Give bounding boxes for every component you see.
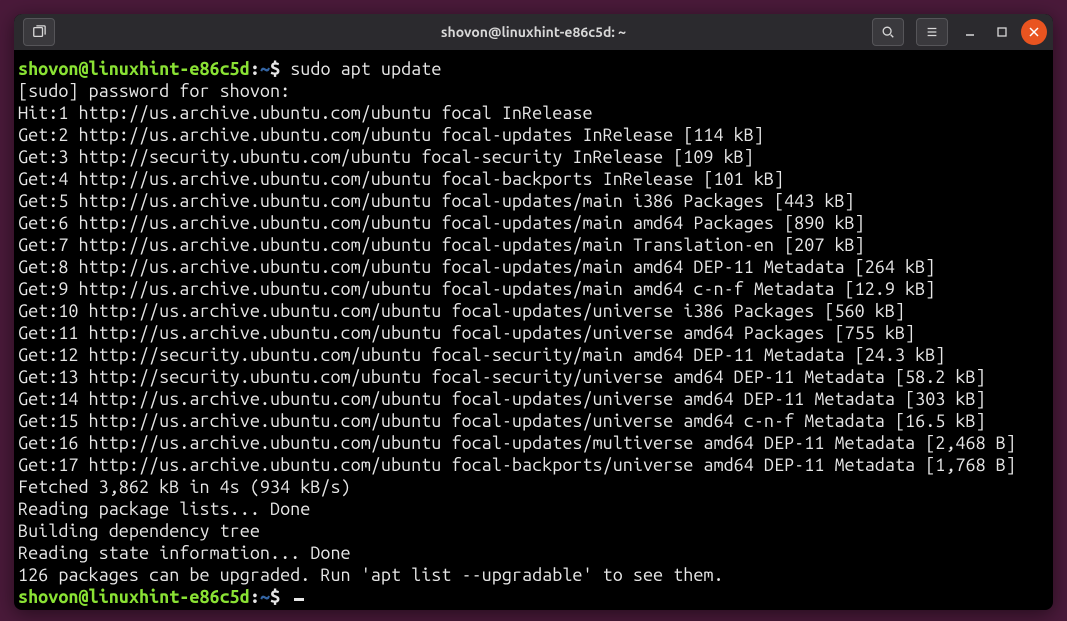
titlebar: shovon@linuxhint-e86c5d: ~ (14, 14, 1053, 50)
output-line: Get:2 http://us.archive.ubuntu.com/ubunt… (18, 124, 1049, 146)
output-line: Fetched 3,862 kB in 4s (934 kB/s) (18, 476, 1049, 498)
search-button[interactable] (872, 18, 904, 46)
prompt-dollar: $ (270, 587, 290, 607)
output-line: Get:6 http://us.archive.ubuntu.com/ubunt… (18, 212, 1049, 234)
output-line: Get:10 http://us.archive.ubuntu.com/ubun… (18, 300, 1049, 322)
minimize-icon (964, 26, 976, 38)
output-line: Get:7 http://us.archive.ubuntu.com/ubunt… (18, 234, 1049, 256)
output-line: Get:16 http://us.archive.ubuntu.com/ubun… (18, 432, 1049, 454)
output-line: Get:12 http://security.ubuntu.com/ubuntu… (18, 344, 1049, 366)
new-tab-button[interactable] (23, 18, 55, 46)
output-line: 126 packages can be upgraded. Run 'apt l… (18, 564, 1049, 586)
menu-button[interactable] (916, 18, 948, 46)
prompt-sep: : (250, 59, 260, 79)
new-tab-icon (32, 25, 46, 39)
output-line: Building dependency tree (18, 520, 1049, 542)
prompt-path: ~ (260, 587, 270, 607)
close-icon (1029, 27, 1039, 37)
output-line: Get:14 http://us.archive.ubuntu.com/ubun… (18, 388, 1049, 410)
close-button[interactable] (1021, 19, 1047, 45)
prompt-path: ~ (260, 59, 270, 79)
output-line: Get:11 http://us.archive.ubuntu.com/ubun… (18, 322, 1049, 344)
search-icon (881, 25, 895, 39)
hamburger-icon (925, 25, 939, 39)
output-line: [sudo] password for shovon: (18, 80, 1049, 102)
output-block: [sudo] password for shovon:Hit:1 http://… (18, 80, 1049, 586)
output-line: Get:3 http://security.ubuntu.com/ubuntu … (18, 146, 1049, 168)
command-text: sudo apt update (290, 59, 441, 79)
output-line: Get:5 http://us.archive.ubuntu.com/ubunt… (18, 190, 1049, 212)
output-line: Get:17 http://us.archive.ubuntu.com/ubun… (18, 454, 1049, 476)
terminal-window: shovon@linuxhint-e86c5d: ~ shovon@linuxh… (14, 14, 1053, 610)
output-line: Reading state information... Done (18, 542, 1049, 564)
prompt-dollar: $ (270, 59, 290, 79)
output-line: Reading package lists... Done (18, 498, 1049, 520)
prompt-line: shovon@linuxhint-e86c5d:~$ (18, 586, 1049, 608)
output-line: Get:8 http://us.archive.ubuntu.com/ubunt… (18, 256, 1049, 278)
output-line: Get:9 http://us.archive.ubuntu.com/ubunt… (18, 278, 1049, 300)
output-line: Get:13 http://security.ubuntu.com/ubuntu… (18, 366, 1049, 388)
maximize-button[interactable] (989, 19, 1015, 45)
titlebar-left (14, 18, 58, 46)
titlebar-right (869, 18, 1053, 46)
maximize-icon (997, 27, 1007, 37)
minimize-button[interactable] (957, 19, 983, 45)
prompt-user-host: shovon@linuxhint-e86c5d (18, 587, 250, 607)
terminal-body[interactable]: shovon@linuxhint-e86c5d:~$ sudo apt upda… (14, 50, 1053, 610)
output-line: Get:15 http://us.archive.ubuntu.com/ubun… (18, 410, 1049, 432)
output-line: Get:4 http://us.archive.ubuntu.com/ubunt… (18, 168, 1049, 190)
cursor (294, 598, 304, 601)
prompt-line: shovon@linuxhint-e86c5d:~$ sudo apt upda… (18, 58, 1049, 80)
output-line: Hit:1 http://us.archive.ubuntu.com/ubunt… (18, 102, 1049, 124)
prompt-sep: : (250, 587, 260, 607)
prompt-user-host: shovon@linuxhint-e86c5d (18, 59, 250, 79)
